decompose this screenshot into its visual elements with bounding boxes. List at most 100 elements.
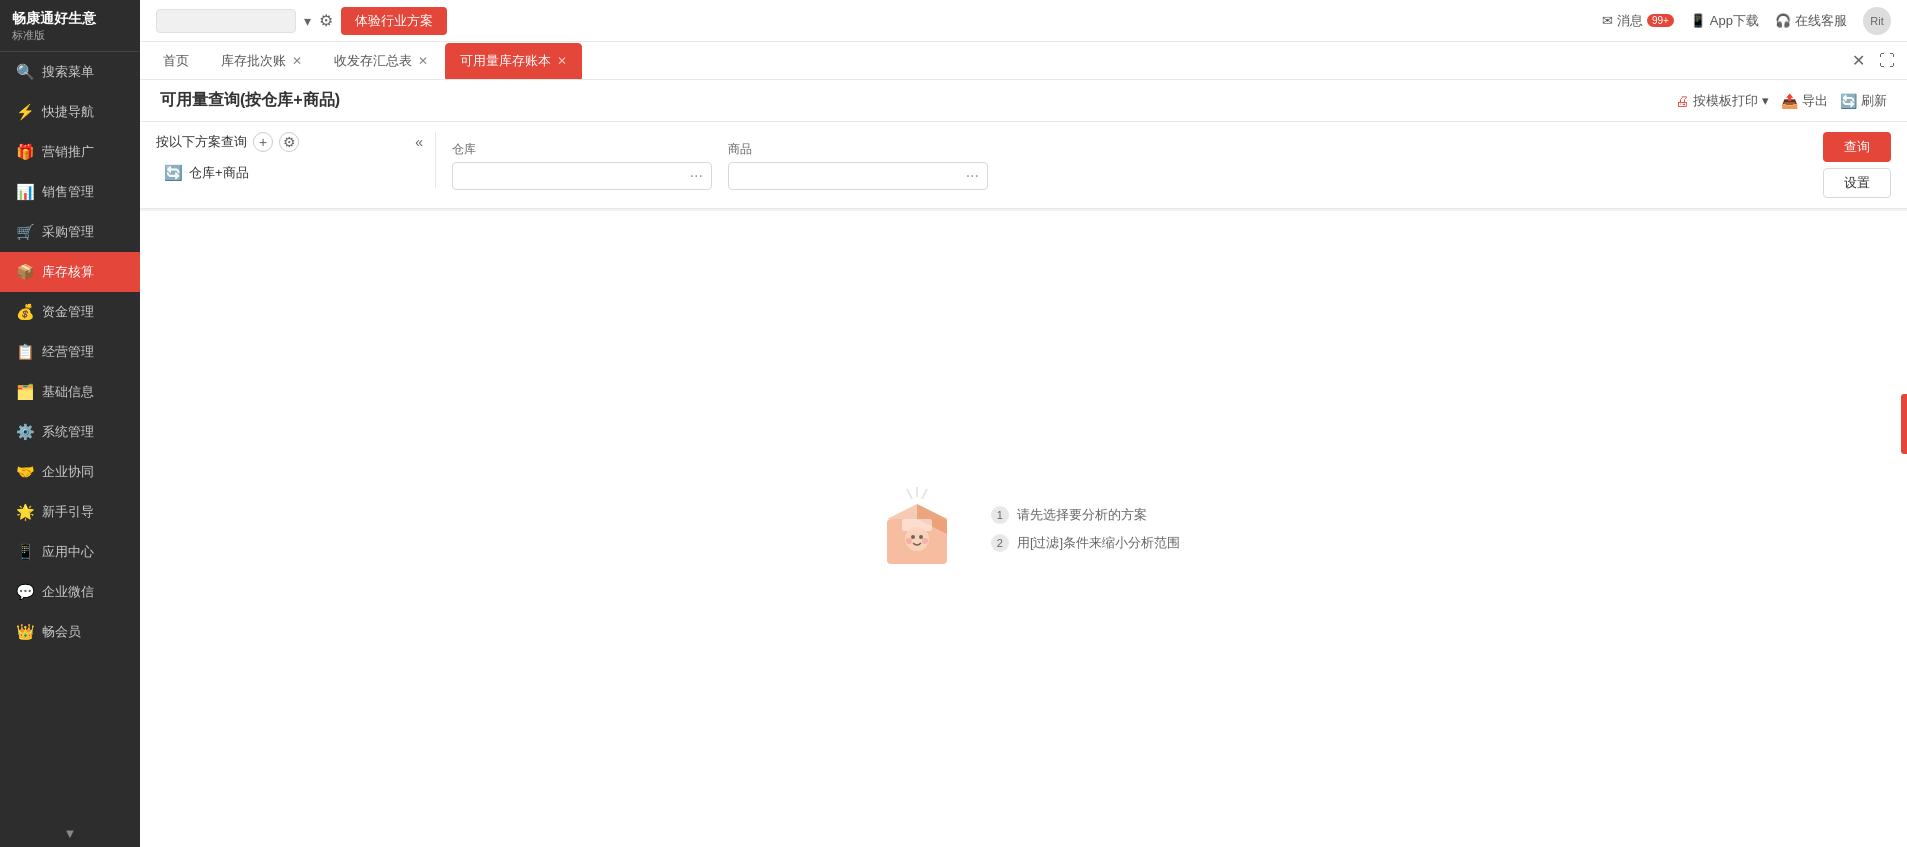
goods-more-btn[interactable]: ··· xyxy=(966,167,979,185)
page-header: 可用量查询(按仓库+商品) 🖨 按模板打印 ▾ 📤 导出 🔄 刷新 xyxy=(140,80,1907,122)
collapse-filter-btn[interactable]: « xyxy=(415,134,423,150)
folder-icon: 🗂️ xyxy=(16,383,34,401)
empty-hint-text: 1 请先选择要分析的方案 2 用[过滤]条件来缩小分析范围 xyxy=(991,506,1180,552)
tab-close-available-inventory[interactable]: ✕ xyxy=(557,55,567,67)
tab-batch-ledger[interactable]: 库存批次账 ✕ xyxy=(206,43,317,79)
filter-field-warehouse: 仓库 ··· xyxy=(452,141,712,190)
filter-panel: 按以下方案查询 + ⚙ « 🔄 仓库+商品 仓库 ··· xyxy=(140,122,1907,209)
page-header-actions: 🖨 按模板打印 ▾ 📤 导出 🔄 刷新 xyxy=(1675,92,1887,110)
export-btn[interactable]: 📤 导出 xyxy=(1781,92,1828,110)
tab-close-btn[interactable]: ✕ xyxy=(1848,47,1869,74)
svg-point-6 xyxy=(919,535,923,539)
sidebar-item-marketing[interactable]: 🎁 营销推广 xyxy=(0,132,140,172)
cart-icon: 🛒 xyxy=(16,223,34,241)
tab-home[interactable]: 首页 xyxy=(148,43,204,79)
page-content: 可用量查询(按仓库+商品) 🖨 按模板打印 ▾ 📤 导出 🔄 刷新 xyxy=(140,80,1907,847)
topbar-dropdown-btn[interactable]: ▾ xyxy=(304,13,311,29)
sidebar-nav: 🔍 搜索菜单 ⚡ 快捷导航 🎁 营销推广 📊 销售管理 🛒 采购管理 📦 库存核… xyxy=(0,52,140,820)
tab-expand-btn[interactable]: ⛶ xyxy=(1875,47,1899,74)
gear-icon: ⚙️ xyxy=(16,423,34,441)
app-download-label: App下载 xyxy=(1710,12,1759,30)
tab-available-inventory[interactable]: 可用量库存账本 ✕ xyxy=(445,43,582,79)
app-download-btn[interactable]: 📱 App下载 xyxy=(1690,12,1759,30)
goods-input[interactable] xyxy=(737,168,962,183)
sidebar-item-app-center[interactable]: 📱 应用中心 xyxy=(0,532,140,572)
scheme-warehouse-goods[interactable]: 🔄 仓库+商品 xyxy=(156,158,423,188)
filter-scheme-panel: 按以下方案查询 + ⚙ « 🔄 仓库+商品 xyxy=(156,132,436,188)
filter-scheme-header: 按以下方案查询 + ⚙ « xyxy=(156,132,423,152)
step1-text: 请先选择要分析的方案 xyxy=(1017,506,1147,524)
service-icon: 🎧 xyxy=(1775,13,1791,28)
goods-label: 商品 xyxy=(728,141,988,158)
warehouse-more-btn[interactable]: ··· xyxy=(690,167,703,185)
box-icon: 📦 xyxy=(16,263,34,281)
message-label: 消息 xyxy=(1617,12,1643,30)
online-service-label: 在线客服 xyxy=(1795,12,1847,30)
sidebar-item-system[interactable]: ⚙️ 系统管理 xyxy=(0,412,140,452)
search-icon: 🔍 xyxy=(16,63,34,81)
empty-hint-step1: 1 请先选择要分析的方案 xyxy=(991,506,1180,524)
tabs-actions: ✕ ⛶ xyxy=(1848,47,1899,74)
app-logo: 畅康通好生意 标准版 xyxy=(0,0,140,52)
tab-close-batch-ledger[interactable]: ✕ xyxy=(292,55,302,67)
sidebar-item-search[interactable]: 🔍 搜索菜单 xyxy=(0,52,140,92)
sidebar-item-inventory[interactable]: 📦 库存核算 xyxy=(0,252,140,292)
manage-scheme-btn[interactable]: ⚙ xyxy=(279,132,299,152)
topbar-gear-btn[interactable]: ⚙ xyxy=(319,11,333,30)
step1-num: 1 xyxy=(991,506,1009,524)
clipboard-icon: 📋 xyxy=(16,343,34,361)
message-badge: 99+ xyxy=(1647,14,1674,27)
empty-svg xyxy=(867,479,967,579)
sidebar-scroll-down[interactable]: ▼ xyxy=(0,820,140,847)
svg-point-5 xyxy=(911,535,915,539)
message-btn[interactable]: ✉ 消息 99+ xyxy=(1602,12,1674,30)
sidebar-item-guide[interactable]: 🌟 新手引导 xyxy=(0,492,140,532)
sidebar-item-purchase[interactable]: 🛒 采购管理 xyxy=(0,212,140,252)
online-service-btn[interactable]: 🎧 在线客服 xyxy=(1775,12,1847,30)
svg-line-11 xyxy=(922,489,927,499)
step2-text: 用[过滤]条件来缩小分析范围 xyxy=(1017,534,1180,552)
sidebar-item-shortcut[interactable]: ⚡ 快捷导航 xyxy=(0,92,140,132)
topbar-search-input[interactable] xyxy=(156,9,296,33)
trial-btn[interactable]: 体验行业方案 xyxy=(341,7,447,35)
sidebar-item-member[interactable]: 👑 畅会员 xyxy=(0,612,140,652)
sidebar-item-enterprise[interactable]: 🤝 企业协同 xyxy=(0,452,140,492)
right-edge-indicator xyxy=(1901,394,1907,454)
warehouse-input[interactable] xyxy=(461,168,686,183)
tabs-bar: 首页 库存批次账 ✕ 收发存汇总表 ✕ 可用量库存账本 ✕ ✕ ⛶ xyxy=(140,42,1907,80)
svg-point-8 xyxy=(922,538,928,544)
empty-state: 1 请先选择要分析的方案 2 用[过滤]条件来缩小分析范围 xyxy=(140,211,1907,847)
tab-close-inventory-summary[interactable]: ✕ xyxy=(418,55,428,67)
sidebar-item-basic-info[interactable]: 🗂️ 基础信息 xyxy=(0,372,140,412)
topbar: ▾ ⚙ 体验行业方案 ✉ 消息 99+ 📱 App下载 🎧 在线客服 Rit xyxy=(140,0,1907,42)
empty-hint-step2: 2 用[过滤]条件来缩小分析范围 xyxy=(991,534,1180,552)
topbar-right-actions: ✉ 消息 99+ 📱 App下载 🎧 在线客服 Rit xyxy=(1602,7,1891,35)
settings-btn[interactable]: 设置 xyxy=(1823,168,1891,198)
svg-line-9 xyxy=(907,489,912,499)
sidebar-item-finance[interactable]: 💰 资金管理 xyxy=(0,292,140,332)
crown-icon: 👑 xyxy=(16,623,34,641)
app-edition: 标准版 xyxy=(12,28,128,43)
page-title: 可用量查询(按仓库+商品) xyxy=(160,90,340,111)
add-scheme-btn[interactable]: + xyxy=(253,132,273,152)
tab-inventory-summary[interactable]: 收发存汇总表 ✕ xyxy=(319,43,443,79)
gift-icon: 🎁 xyxy=(16,143,34,161)
sidebar-item-operations[interactable]: 📋 经营管理 xyxy=(0,332,140,372)
star-icon: 🌟 xyxy=(16,503,34,521)
print-btn[interactable]: 🖨 按模板打印 ▾ xyxy=(1675,92,1769,110)
mobile-icon: 📱 xyxy=(16,543,34,561)
refresh-btn[interactable]: 🔄 刷新 xyxy=(1840,92,1887,110)
export-icon: 📤 xyxy=(1781,93,1798,109)
download-icon: 📱 xyxy=(1690,13,1706,28)
filter-actions: 查询 设置 xyxy=(1823,132,1891,198)
query-btn[interactable]: 查询 xyxy=(1823,132,1891,162)
svg-point-7 xyxy=(906,538,912,544)
message-icon: ✉ xyxy=(1602,13,1613,28)
user-avatar[interactable]: Rit xyxy=(1863,7,1891,35)
sidebar-item-wechat[interactable]: 💬 企业微信 xyxy=(0,572,140,612)
scheme-icon: 🔄 xyxy=(164,164,183,182)
filter-field-goods: 商品 ··· xyxy=(728,141,988,190)
filter-fields: 仓库 ··· 商品 ··· 查询 设置 xyxy=(436,132,1891,198)
sidebar-item-sales[interactable]: 📊 销售管理 xyxy=(0,172,140,212)
lightning-icon: ⚡ xyxy=(16,103,34,121)
